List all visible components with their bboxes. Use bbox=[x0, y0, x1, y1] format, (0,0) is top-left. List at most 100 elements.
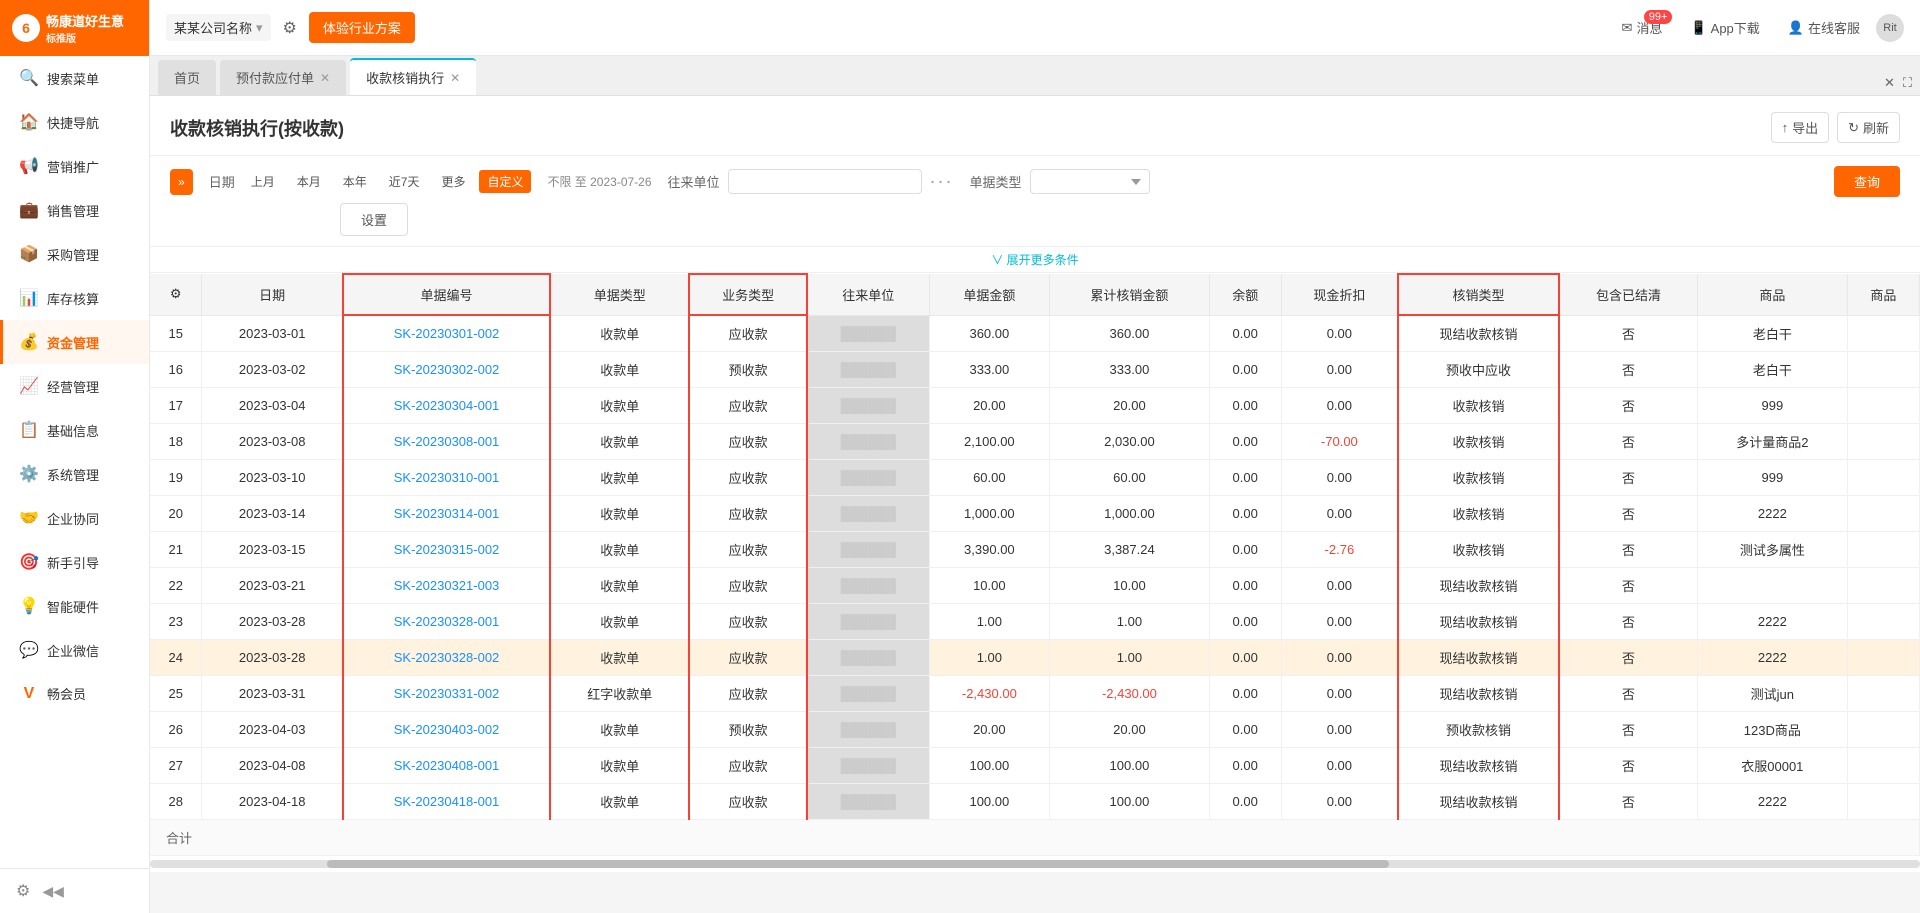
tab-payment-exec[interactable]: 收款核销执行 ✕ bbox=[350, 58, 476, 95]
cell-goods: 老白干 bbox=[1697, 315, 1847, 352]
online-service-btn[interactable]: 👤 在线客服 bbox=[1788, 18, 1860, 37]
cell-include-settled: 否 bbox=[1559, 568, 1697, 604]
operation-icon: 📈 bbox=[19, 376, 39, 396]
filter-expand-left-btn[interactable]: » bbox=[170, 169, 193, 195]
scrollbar-thumb[interactable] bbox=[327, 860, 1389, 868]
cell-cash-discount: 0.00 bbox=[1281, 315, 1398, 352]
cell-goods: 2222 bbox=[1697, 784, 1847, 820]
cell-doc-type: 收款单 bbox=[550, 315, 689, 352]
sidebar-item-basic[interactable]: 📋 基础信息 bbox=[0, 408, 149, 452]
sidebar-item-system[interactable]: ⚙️ 系统管理 bbox=[0, 452, 149, 496]
date-shortcuts: 上月 本月 本年 近7天 更多 自定义 bbox=[243, 170, 532, 193]
cell-goods: 123D商品 bbox=[1697, 712, 1847, 748]
sidebar-item-sales[interactable]: 💼 销售管理 bbox=[0, 188, 149, 232]
logo-title: 畅康道好生意 bbox=[46, 11, 124, 30]
sidebar-item-quick-nav[interactable]: 🏠 快捷导航 bbox=[0, 100, 149, 144]
cell-biz-type: 应收款 bbox=[689, 424, 806, 460]
tabs-actions: ✕ ⛶ bbox=[1884, 75, 1912, 95]
cell-offset-type: 现结收款核销 bbox=[1398, 315, 1559, 352]
doc-no-link[interactable]: SK-20230304-001 bbox=[394, 398, 500, 413]
industry-btn[interactable]: 体验行业方案 bbox=[309, 12, 415, 43]
doc-no-link[interactable]: SK-20230403-002 bbox=[394, 722, 500, 737]
tab-pre-payment[interactable]: 预付款应付单 ✕ bbox=[220, 60, 346, 95]
voucher-type-select[interactable] bbox=[1030, 169, 1150, 194]
cell-doc-no: SK-20230314-001 bbox=[343, 496, 550, 532]
doc-no-link[interactable]: SK-20230321-003 bbox=[394, 578, 500, 593]
doc-no-link[interactable]: SK-20230418-001 bbox=[394, 794, 500, 809]
tab-home[interactable]: 首页 bbox=[158, 60, 216, 95]
doc-no-link[interactable]: SK-20230315-002 bbox=[394, 542, 500, 557]
sidebar-item-label: 经营管理 bbox=[47, 377, 99, 396]
sidebar-item-member[interactable]: V 畅会员 bbox=[0, 672, 149, 715]
app-download-btn[interactable]: 📱 App下载 bbox=[1690, 18, 1759, 37]
more-options-dots[interactable]: ··· bbox=[930, 171, 954, 192]
partner-label: 往来单位 bbox=[668, 172, 720, 191]
cell-partner: ██████ bbox=[807, 568, 929, 604]
last-month-btn[interactable]: 上月 bbox=[243, 170, 283, 193]
query-btn[interactable]: 查询 bbox=[1834, 166, 1900, 197]
sidebar-item-purchase[interactable]: 📦 采购管理 bbox=[0, 232, 149, 276]
table-scroll[interactable]: ⚙ 日期 单据编号 单据类型 业务类型 往来单位 单据金额 累计核销金额 余额 … bbox=[150, 273, 1920, 872]
sidebar-item-guide[interactable]: 🎯 新手引导 bbox=[0, 540, 149, 584]
doc-no-link[interactable]: SK-20230328-002 bbox=[394, 650, 500, 665]
cell-doc-type: 收款单 bbox=[550, 388, 689, 424]
sidebar-item-finance[interactable]: 💰 资金管理 bbox=[0, 320, 149, 364]
cell-include-settled: 否 bbox=[1559, 388, 1697, 424]
custom-date-btn[interactable]: 自定义 bbox=[479, 170, 531, 193]
gear-icon[interactable]: ⚙ bbox=[283, 18, 297, 38]
cell-no: 27 bbox=[150, 748, 202, 784]
doc-no-link[interactable]: SK-20230331-002 bbox=[394, 686, 500, 701]
sidebar-item-inventory[interactable]: 📊 库存核算 bbox=[0, 276, 149, 320]
cell-offset-type: 现结收款核销 bbox=[1398, 784, 1559, 820]
sidebar-bottom: ⚙ ◀◀ bbox=[0, 868, 149, 913]
sidebar-item-corp[interactable]: 🤝 企业协同 bbox=[0, 496, 149, 540]
message-btn[interactable]: ✉ 消息 99+ bbox=[1622, 18, 1663, 37]
tab-pre-payment-close[interactable]: ✕ bbox=[320, 71, 330, 85]
horizontal-scrollbar[interactable] bbox=[150, 860, 1920, 868]
user-avatar[interactable]: Rit bbox=[1876, 14, 1904, 42]
cell-balance: 0.00 bbox=[1209, 496, 1281, 532]
more-dates-btn[interactable]: 更多 bbox=[433, 170, 473, 193]
doc-no-link[interactable]: SK-20230301-002 bbox=[394, 326, 500, 341]
cell-include-settled: 否 bbox=[1559, 532, 1697, 568]
cell-biz-type: 应收款 bbox=[689, 568, 806, 604]
export-btn[interactable]: ↑ 导出 bbox=[1771, 112, 1830, 143]
cell-include-settled: 否 bbox=[1559, 676, 1697, 712]
cell-total-offset: 60.00 bbox=[1050, 460, 1209, 496]
cell-offset-type: 预收中应收 bbox=[1398, 352, 1559, 388]
cell-amount: 60.00 bbox=[929, 460, 1050, 496]
doc-no-link[interactable]: SK-20230328-001 bbox=[394, 614, 500, 629]
doc-no-link[interactable]: SK-20230302-002 bbox=[394, 362, 500, 377]
partner-input[interactable] bbox=[728, 169, 922, 194]
cell-no: 28 bbox=[150, 784, 202, 820]
doc-no-link[interactable]: SK-20230310-001 bbox=[394, 470, 500, 485]
table-row: 232023-03-28SK-20230328-001收款单应收款██████1… bbox=[150, 604, 1920, 640]
sidebar-item-hardware[interactable]: 💡 智能硬件 bbox=[0, 584, 149, 628]
company-selector[interactable]: 某某公司名称 ▾ bbox=[166, 14, 271, 41]
doc-no-link[interactable]: SK-20230314-001 bbox=[394, 506, 500, 521]
settings-icon[interactable]: ⚙ bbox=[16, 881, 30, 901]
doc-no-link[interactable]: SK-20230308-001 bbox=[394, 434, 500, 449]
message-badge: 99+ bbox=[1644, 10, 1673, 24]
sidebar-item-search[interactable]: 🔍 搜索菜单 bbox=[0, 56, 149, 100]
doc-no-link[interactable]: SK-20230408-001 bbox=[394, 758, 500, 773]
tab-close-all-icon[interactable]: ✕ bbox=[1884, 75, 1895, 91]
tab-payment-exec-close[interactable]: ✕ bbox=[450, 71, 460, 85]
last7-btn[interactable]: 近7天 bbox=[381, 170, 428, 193]
marketing-icon: 📢 bbox=[19, 156, 39, 176]
this-year-btn[interactable]: 本年 bbox=[335, 170, 375, 193]
cell-doc-type: 收款单 bbox=[550, 568, 689, 604]
settings-btn[interactable]: 设置 bbox=[340, 203, 408, 236]
tab-expand-icon[interactable]: ⛶ bbox=[1903, 75, 1912, 91]
refresh-btn[interactable]: ↻ 刷新 bbox=[1837, 112, 1900, 143]
sidebar-item-operation[interactable]: 📈 经营管理 bbox=[0, 364, 149, 408]
collapse-sidebar-btn[interactable]: ◀◀ bbox=[42, 883, 64, 900]
sidebar-item-label: 营销推广 bbox=[47, 157, 99, 176]
sidebar-item-marketing[interactable]: 📢 营销推广 bbox=[0, 144, 149, 188]
table-row: 172023-03-04SK-20230304-001收款单应收款██████2… bbox=[150, 388, 1920, 424]
expand-conditions-bar[interactable]: ∨ 展开更多条件 bbox=[150, 247, 1920, 273]
sidebar-item-wechat[interactable]: 💬 企业微信 bbox=[0, 628, 149, 672]
table-row: 242023-03-28SK-20230328-002收款单应收款██████1… bbox=[150, 640, 1920, 676]
table-row: 192023-03-10SK-20230310-001收款单应收款██████6… bbox=[150, 460, 1920, 496]
this-month-btn[interactable]: 本月 bbox=[289, 170, 329, 193]
